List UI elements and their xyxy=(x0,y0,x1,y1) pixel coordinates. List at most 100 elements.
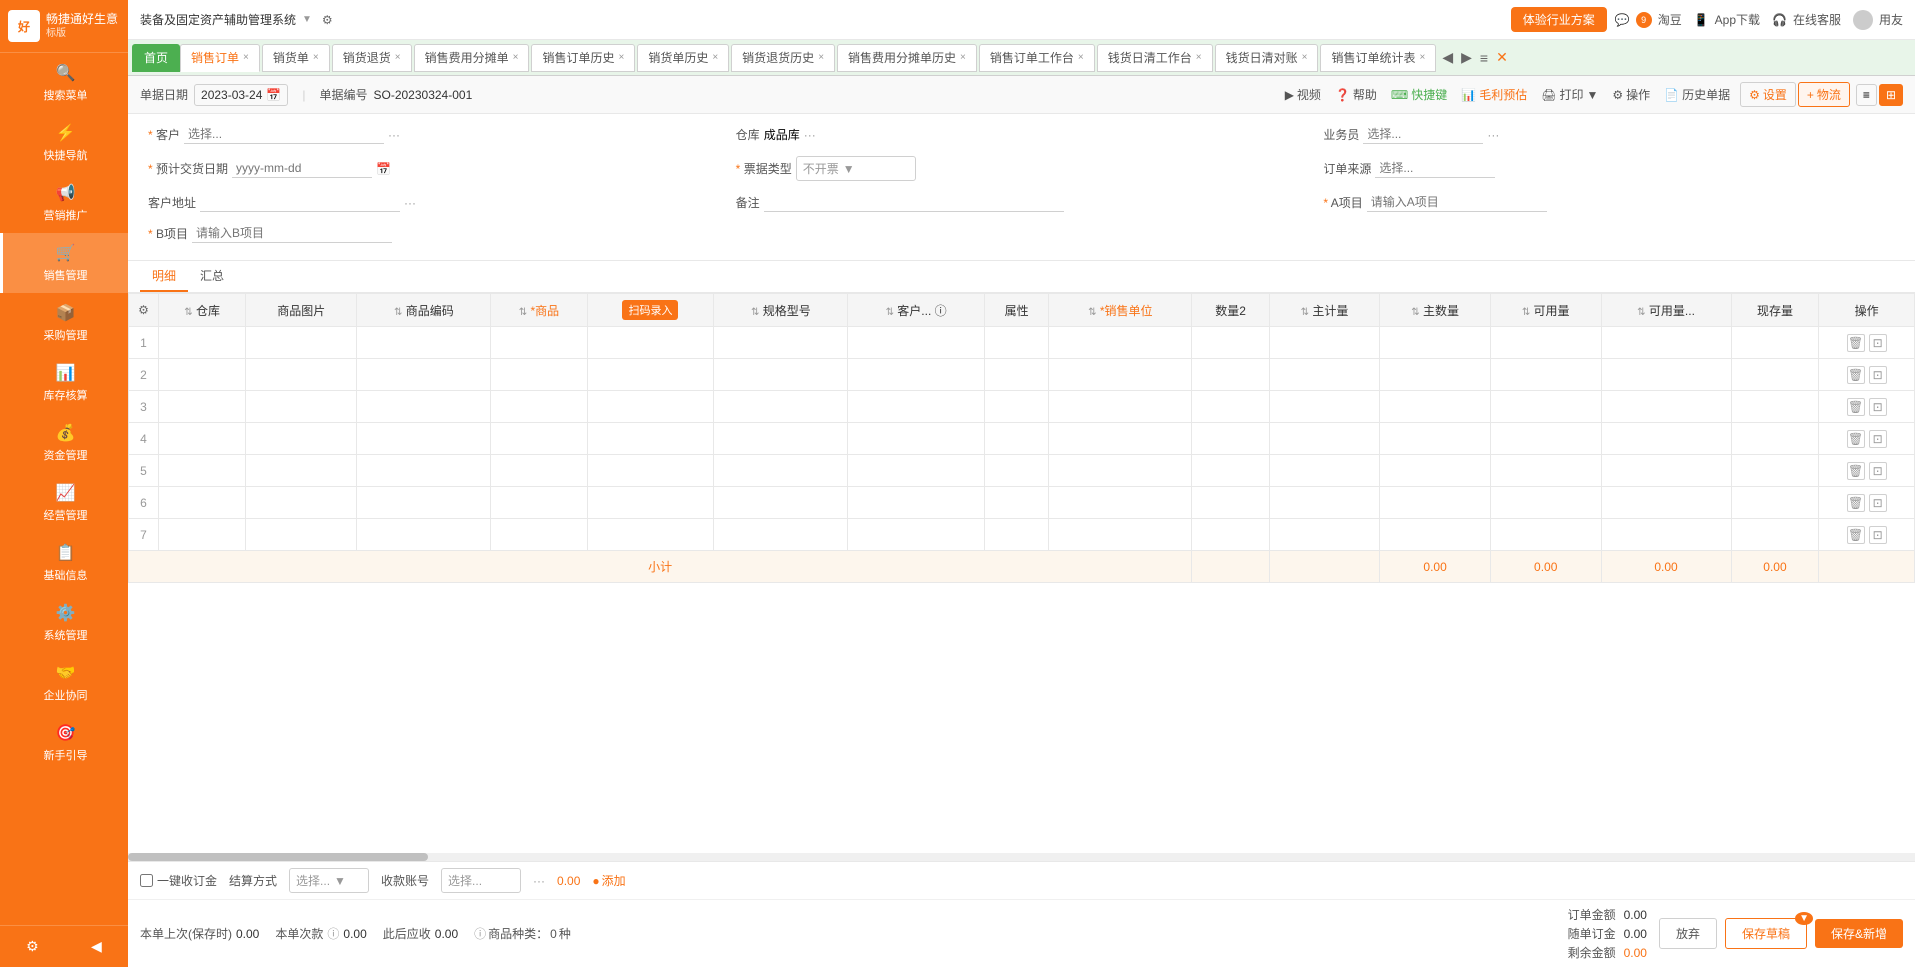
cell-code[interactable] xyxy=(357,455,491,487)
solution-button[interactable]: 体验行业方案 xyxy=(1511,7,1607,32)
collapse-icon[interactable]: ◀ xyxy=(87,934,106,959)
project-a-input[interactable] xyxy=(1367,193,1547,212)
cell-spec[interactable] xyxy=(714,487,848,519)
cell-code[interactable] xyxy=(357,327,491,359)
tab-prev-icon[interactable]: ◀ xyxy=(1438,49,1457,66)
cell-customer-code[interactable] xyxy=(848,455,985,487)
tab-close-order-workbench[interactable]: × xyxy=(1078,52,1084,63)
cell-unit[interactable] xyxy=(1049,391,1192,423)
cell-code[interactable] xyxy=(357,391,491,423)
warehouse-more-icon[interactable]: ··· xyxy=(804,128,816,142)
account-select[interactable]: 选择... xyxy=(441,868,521,893)
cell-warehouse[interactable] xyxy=(159,487,246,519)
cell-customer-code[interactable] xyxy=(848,327,985,359)
cell-warehouse[interactable] xyxy=(159,327,246,359)
add-deposit-btn[interactable]: ● 添加 xyxy=(592,872,625,889)
cell-warehouse[interactable] xyxy=(159,423,246,455)
cell-attr[interactable] xyxy=(984,455,1048,487)
cell-product[interactable] xyxy=(491,487,587,519)
cell-unit[interactable] xyxy=(1049,487,1192,519)
customer-more-icon[interactable]: ··· xyxy=(388,128,400,142)
cell-warehouse[interactable] xyxy=(159,455,246,487)
tab-order-stats[interactable]: 销售订单统计表 × xyxy=(1320,44,1436,72)
scan-button[interactable]: 扫码录入 xyxy=(622,300,678,320)
tab-detail[interactable]: 明细 xyxy=(140,261,188,292)
account-more-icon[interactable]: ··· xyxy=(533,874,545,888)
tab-daily-reconcile[interactable]: 钱货日清对账 × xyxy=(1215,44,1319,72)
cell-qty2[interactable] xyxy=(1192,519,1269,551)
tab-slip-history[interactable]: 销货单历史 × xyxy=(637,44,729,72)
sidebar-item-marketing[interactable]: 📢 营销推广 xyxy=(0,173,128,233)
cell-warehouse[interactable] xyxy=(159,519,246,551)
quick-deposit-input[interactable] xyxy=(140,874,153,887)
delivery-input[interactable] xyxy=(232,159,372,178)
title-dropdown-icon[interactable]: ▼ xyxy=(302,14,312,25)
th-scan[interactable]: 扫码录入 xyxy=(587,294,714,327)
tab-next-icon[interactable]: ▶ xyxy=(1457,49,1476,66)
project-b-input[interactable] xyxy=(192,224,392,243)
discard-button[interactable]: 放弃 xyxy=(1659,918,1717,949)
print-btn[interactable]: 🖨 打印 ▼ xyxy=(1537,84,1602,105)
copy-row-icon[interactable]: ⊡ xyxy=(1869,526,1887,544)
cell-spec[interactable] xyxy=(714,327,848,359)
tab-close-order-stats[interactable]: × xyxy=(1419,52,1425,63)
tab-order-workbench[interactable]: 销售订单工作台 × xyxy=(979,44,1095,72)
grid-view-btn[interactable]: ⊞ xyxy=(1879,84,1903,106)
cell-product[interactable] xyxy=(491,423,587,455)
cell-main-qty[interactable] xyxy=(1380,423,1491,455)
settings-btn[interactable]: ⚙ 设置 xyxy=(1740,82,1796,107)
sidebar-item-quicknav[interactable]: ⚡ 快捷导航 xyxy=(0,113,128,173)
cell-qty2[interactable] xyxy=(1192,423,1269,455)
tab-daily-workbench[interactable]: 钱货日清工作台 × xyxy=(1097,44,1213,72)
sidebar-item-guide[interactable]: 🎯 新手引导 xyxy=(0,713,128,773)
tab-sales-expense[interactable]: 销售费用分摊单 × xyxy=(414,44,530,72)
cell-customer-code[interactable] xyxy=(848,487,985,519)
profit-btn[interactable]: 📊 毛利预估 xyxy=(1457,84,1531,105)
sidebar-item-finance[interactable]: 💰 资金管理 xyxy=(0,413,128,473)
cell-customer-code[interactable] xyxy=(848,391,985,423)
cell-main-qty[interactable] xyxy=(1380,487,1491,519)
app-download-group[interactable]: 📱 App下载 xyxy=(1694,11,1760,28)
staff-more-icon[interactable]: ··· xyxy=(1487,128,1499,142)
help-btn[interactable]: ❓ 帮助 xyxy=(1331,84,1381,105)
logistics-btn[interactable]: + 物流 xyxy=(1798,82,1850,107)
cell-unit[interactable] xyxy=(1049,327,1192,359)
order-source-input[interactable] xyxy=(1375,159,1495,178)
tab-close-sales-order[interactable]: × xyxy=(243,52,249,63)
note-input[interactable] xyxy=(764,193,1064,212)
sidebar-item-baseinfo[interactable]: 📋 基础信息 xyxy=(0,533,128,593)
quick-deposit-checkbox[interactable]: 一键收订金 xyxy=(140,872,217,889)
cell-attr[interactable] xyxy=(984,519,1048,551)
sidebar-item-purchase[interactable]: 📦 采购管理 xyxy=(0,293,128,353)
cell-product[interactable] xyxy=(491,327,587,359)
video-btn[interactable]: ▶ 视频 xyxy=(1281,84,1325,105)
cell-product[interactable] xyxy=(491,391,587,423)
cell-customer-code[interactable] xyxy=(848,359,985,391)
delete-row-icon[interactable]: 🗑 xyxy=(1847,334,1865,352)
copy-row-icon[interactable]: ⊡ xyxy=(1869,366,1887,384)
tab-close-all-icon[interactable]: ✕ xyxy=(1492,49,1512,66)
cell-main-qty[interactable] xyxy=(1380,519,1491,551)
tab-order-history[interactable]: 销售订单历史 × xyxy=(531,44,635,72)
history-btn[interactable]: 📄 历史单据 xyxy=(1660,84,1734,105)
address-more-icon[interactable]: ··· xyxy=(404,196,416,210)
cell-attr[interactable] xyxy=(984,327,1048,359)
cell-main-qty[interactable] xyxy=(1380,327,1491,359)
payment-method-select[interactable]: 选择... ▼ xyxy=(289,868,369,893)
tab-sales-return[interactable]: 销货退货 × xyxy=(332,44,412,72)
copy-row-icon[interactable]: ⊡ xyxy=(1869,462,1887,480)
tab-close-slip-history[interactable]: × xyxy=(712,52,718,63)
cell-attr[interactable] xyxy=(984,487,1048,519)
horizontal-scrollbar[interactable] xyxy=(128,853,1915,861)
tab-sales-order[interactable]: 销售订单 × xyxy=(180,44,260,72)
cell-code[interactable] xyxy=(357,487,491,519)
cell-qty2[interactable] xyxy=(1192,391,1269,423)
invoice-select[interactable]: 不开票 ▼ xyxy=(796,156,916,181)
staff-input[interactable] xyxy=(1363,125,1483,144)
copy-row-icon[interactable]: ⊡ xyxy=(1869,430,1887,448)
customer-input[interactable] xyxy=(184,125,384,144)
sidebar-item-operation[interactable]: 📈 经营管理 xyxy=(0,473,128,533)
sidebar-item-inventory[interactable]: 📊 库存核算 xyxy=(0,353,128,413)
delete-row-icon[interactable]: 🗑 xyxy=(1847,366,1865,384)
cell-qty2[interactable] xyxy=(1192,327,1269,359)
